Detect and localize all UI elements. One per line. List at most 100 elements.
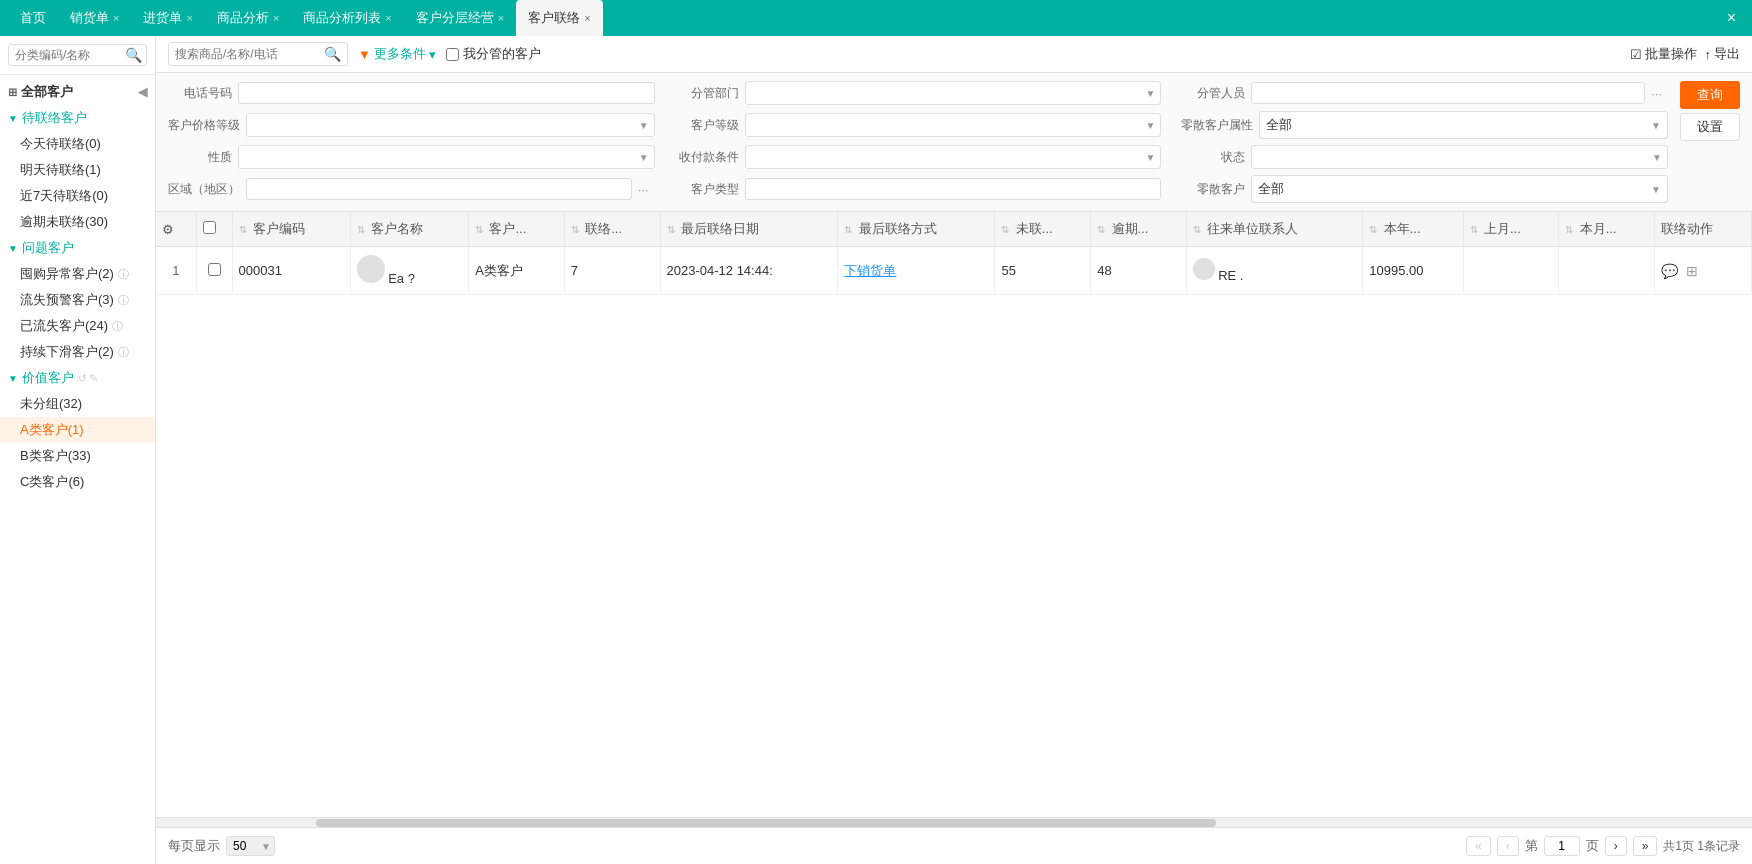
close-segment-tab[interactable]: × [498,12,504,24]
sidebar-item-class-a[interactable]: A类客户(1) [0,417,155,443]
close-product-list-tab[interactable]: × [385,12,391,24]
sidebar-item-churn-warning[interactable]: 流失预警客户(3) ⓘ [0,287,155,313]
region-input[interactable] [246,178,632,200]
nav-customer-segment[interactable]: 客户分层经营 × [404,0,516,36]
manager-input[interactable] [1251,82,1645,104]
group-problem-customers[interactable]: ▼ 问题客户 [0,235,155,261]
dept-select[interactable] [745,81,1162,105]
region-dots[interactable]: ··· [632,182,655,197]
edit-icon[interactable]: ✎ [89,372,98,385]
settings-button[interactable]: 设置 [1680,113,1740,141]
export-btn[interactable]: ↑ 导出 [1705,45,1741,63]
filter-search-icon[interactable]: 🔍 [324,46,341,62]
sidebar-collapse-btn[interactable]: ◀ [138,85,147,99]
dept-select-wrapper: ▼ [745,81,1162,105]
status-select[interactable] [1251,145,1668,169]
sidebar-item-7day-contact[interactable]: 近7天待联络(0) [0,183,155,209]
qr-icon[interactable]: ⊞ [1686,263,1698,279]
last-page-btn[interactable]: » [1633,836,1658,856]
sidebar-item-declining[interactable]: 持续下滑客户(2) ⓘ [0,339,155,365]
retail-attr-label: 零散客户属性 [1181,117,1259,134]
page-input[interactable] [1544,836,1580,856]
main-layout: 🔍 ⊞ 全部客户 ◀ ▼ 待联络客户 今天待联络(0) 明天待联络(1) 近7天… [0,36,1752,864]
sort-icon: ⇅ [1470,224,1478,235]
group-pending-contact[interactable]: ▼ 待联络客户 [0,105,155,131]
sidebar-item-class-c[interactable]: C类客户(6) [0,469,155,495]
col-settings[interactable]: ⚙ [156,212,196,247]
col-this-month: ⇅ 本月... [1559,212,1655,247]
col-last-month: ⇅ 上月... [1463,212,1559,247]
horizontal-scrollbar[interactable] [156,817,1752,827]
sidebar-item-today-contact[interactable]: 今天待联络(0) [0,131,155,157]
col-this-year: ⇅ 本年... [1363,212,1463,247]
sidebar-item-tomorrow-contact[interactable]: 明天待联络(1) [0,157,155,183]
filter-row-3: 性质 ▼ 收付款条件 [168,145,1668,169]
payment-label: 收付款条件 [675,149,745,166]
sidebar-item-churned[interactable]: 已流失客户(24) ⓘ [0,313,155,339]
nature-select[interactable] [238,145,655,169]
filter-search-input[interactable] [175,47,324,61]
my-customers-checkbox[interactable] [446,48,459,61]
row-checkbox[interactable] [208,263,221,276]
my-customers-filter[interactable]: 我分管的客户 [446,45,541,63]
sidebar-item-ungrouped[interactable]: 未分组(32) [0,391,155,417]
col-code: ⇅ 客户编码 [232,212,350,247]
next-page-btn[interactable]: › [1605,836,1627,856]
close-all-icon[interactable]: × [1719,9,1744,27]
cust-level-select[interactable] [745,113,1162,137]
close-sales-tab[interactable]: × [113,12,119,24]
more-filter-btn[interactable]: ▼ 更多条件 ▾ [358,45,436,63]
sidebar-item-hoarding[interactable]: 囤购异常客户(2) ⓘ [0,261,155,287]
cell-liaison: RE . [1186,247,1362,295]
nav-product-analysis-list[interactable]: 商品分析列表 × [291,0,403,36]
sort-icon: ⇅ [1193,224,1201,235]
sort-icon: ⇅ [844,224,852,235]
filter-row-4: 区域（地区） ··· 客户类型 零散客户 [168,175,1668,203]
settings-icon[interactable]: ⚙ [162,222,174,237]
nav-purchase[interactable]: 进货单 × [131,0,204,36]
scrollbar-thumb[interactable] [316,819,1216,827]
col-name: ⇅ 客户名称 [350,212,468,247]
sidebar-item-overdue-contact[interactable]: 逾期未联络(30) [0,209,155,235]
refresh-icon[interactable]: ↺ [78,372,87,385]
filter-icon: ▼ [358,47,371,62]
close-product-analysis-tab[interactable]: × [273,12,279,24]
nav-home[interactable]: 首页 [8,0,58,36]
price-level-wrapper: ▼ [246,113,655,137]
close-contact-tab[interactable]: × [584,12,590,24]
cell-overdue: 48 [1091,247,1187,295]
price-level-select[interactable] [246,113,655,137]
retail-cust-select[interactable]: 全部 ▼ [1251,175,1668,203]
nav-customer-contact[interactable]: 客户联络 × [516,0,602,36]
table-footer: 每页显示 50 100 ▼ « ‹ 第 页 › » 共1页 1条记录 [156,827,1752,864]
page-size-select[interactable]: 50 100 [226,836,275,856]
sidebar-search-area: 🔍 [0,36,155,75]
select-all-checkbox[interactable] [203,221,216,234]
batch-op-btn[interactable]: ☑ 批量操作 [1630,45,1697,63]
sort-icon: ⇅ [1369,224,1377,235]
retail-attr-select[interactable]: 全部 ▼ [1259,111,1668,139]
cust-type-label: 客户类型 [675,181,745,198]
last-method-link[interactable]: 下销货单 [844,263,896,278]
cust-level-wrapper: ▼ [745,113,1162,137]
cell-level: A类客户 [469,247,565,295]
cell-uncontact: 55 [995,247,1091,295]
group-value-customers[interactable]: ▼ 价值客户 ↺ ✎ [0,365,155,391]
payment-select[interactable] [745,145,1162,169]
first-page-btn[interactable]: « [1466,836,1491,856]
cust-type-input[interactable] [745,178,1162,200]
nav-product-analysis[interactable]: 商品分析 × [205,0,291,36]
query-button[interactable]: 查询 [1680,81,1740,109]
avatar [357,255,385,283]
prev-page-btn[interactable]: ‹ [1497,836,1519,856]
sidebar-search-icon[interactable]: 🔍 [125,47,142,63]
manager-dots[interactable]: ··· [1645,86,1668,101]
phone-input[interactable] [238,82,655,104]
message-icon[interactable]: 💬 [1661,263,1678,279]
sidebar-item-class-b[interactable]: B类客户(33) [0,443,155,469]
col-checkbox [196,212,232,247]
nav-sales[interactable]: 销货单 × [58,0,131,36]
close-purchase-tab[interactable]: × [186,12,192,24]
sidebar: 🔍 ⊞ 全部客户 ◀ ▼ 待联络客户 今天待联络(0) 明天待联络(1) 近7天… [0,36,156,864]
filter-department: 分管部门 ▼ [675,81,1162,105]
